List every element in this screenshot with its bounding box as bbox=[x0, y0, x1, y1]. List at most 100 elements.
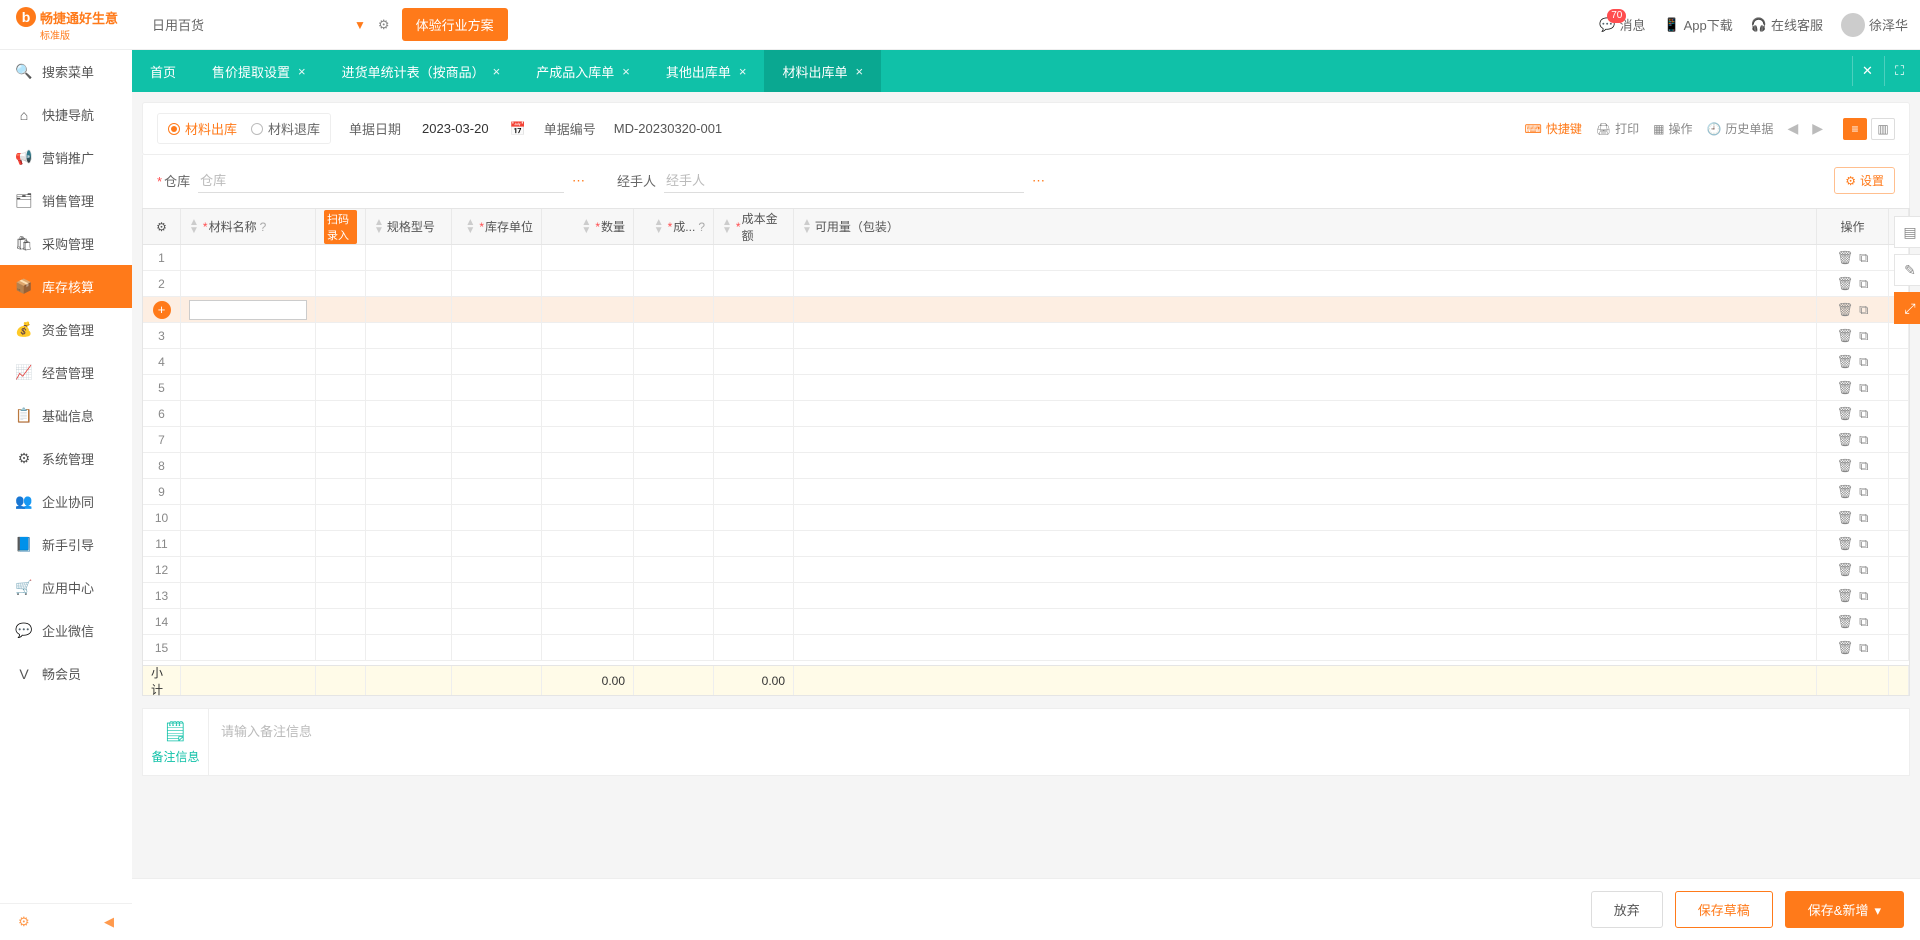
cell-scan[interactable] bbox=[316, 635, 366, 660]
table-row[interactable]: 4🗑⧉ bbox=[143, 349, 1909, 375]
col-costamt[interactable]: ▲▼*成本金额 bbox=[714, 209, 794, 244]
cell-name[interactable] bbox=[181, 427, 316, 452]
cell-name[interactable] bbox=[181, 401, 316, 426]
sidebar-item-7[interactable]: 📈经营管理 bbox=[0, 351, 132, 394]
table-row[interactable]: 5🗑⧉ bbox=[143, 375, 1909, 401]
copy-icon[interactable]: ⧉ bbox=[1859, 302, 1868, 318]
cell-unit[interactable] bbox=[452, 401, 542, 426]
copy-icon[interactable]: ⧉ bbox=[1859, 588, 1868, 604]
cell-model[interactable] bbox=[366, 375, 452, 400]
cell-qty[interactable] bbox=[542, 531, 634, 556]
cell-cost[interactable] bbox=[634, 427, 714, 452]
cell-name[interactable] bbox=[181, 479, 316, 504]
scan-button[interactable]: 扫码录入 bbox=[324, 210, 357, 244]
history-button[interactable]: 🕘历史单据 bbox=[1706, 120, 1773, 137]
help-icon[interactable]: ? bbox=[260, 220, 267, 234]
copy-icon[interactable]: ⧉ bbox=[1859, 562, 1868, 578]
cell-scan[interactable] bbox=[316, 297, 366, 322]
cell-unit[interactable] bbox=[452, 505, 542, 530]
cell-name[interactable] bbox=[181, 323, 316, 348]
cell-cost[interactable] bbox=[634, 453, 714, 478]
tab-2[interactable]: 进货单统计表（按商品）× bbox=[324, 50, 519, 92]
delete-icon[interactable]: 🗑 bbox=[1837, 354, 1854, 370]
sidebar-settings-icon[interactable]: ⚙ bbox=[18, 914, 30, 930]
table-row[interactable]: 10🗑⧉ bbox=[143, 505, 1909, 531]
cell-name[interactable] bbox=[181, 505, 316, 530]
delete-icon[interactable]: 🗑 bbox=[1837, 510, 1854, 526]
table-row[interactable]: 1🗑⧉ bbox=[143, 245, 1909, 271]
material-name-input[interactable] bbox=[189, 300, 307, 320]
cell-model[interactable] bbox=[366, 635, 452, 660]
radio-material-out[interactable]: 材料出库 bbox=[168, 119, 237, 138]
sidebar-item-12[interactable]: 🛒应用中心 bbox=[0, 566, 132, 609]
cell-costamt[interactable] bbox=[714, 453, 794, 478]
tab-close-button[interactable]: ✕ bbox=[1852, 56, 1882, 86]
cell-model[interactable] bbox=[366, 557, 452, 582]
table-row[interactable]: 11🗑⧉ bbox=[143, 531, 1909, 557]
cell-costamt[interactable] bbox=[714, 271, 794, 296]
cell-avail[interactable] bbox=[794, 375, 1817, 400]
save-new-button[interactable]: 保存&新增▾ bbox=[1785, 891, 1904, 928]
cell-qty[interactable] bbox=[542, 401, 634, 426]
delete-icon[interactable]: 🗑 bbox=[1837, 614, 1854, 630]
table-row[interactable]: +🗑⧉ bbox=[143, 297, 1909, 323]
copy-icon[interactable]: ⧉ bbox=[1859, 380, 1868, 396]
cell-avail[interactable] bbox=[794, 505, 1817, 530]
sidebar-item-1[interactable]: ⌂快捷导航 bbox=[0, 93, 132, 136]
shortcut-button[interactable]: ⌨快捷键 bbox=[1525, 120, 1582, 137]
cell-costamt[interactable] bbox=[714, 427, 794, 452]
cell-scan[interactable] bbox=[316, 427, 366, 452]
cell-costamt[interactable] bbox=[714, 323, 794, 348]
cell-costamt[interactable] bbox=[714, 245, 794, 270]
cell-avail[interactable] bbox=[794, 609, 1817, 634]
cell-qty[interactable] bbox=[542, 453, 634, 478]
radio-material-return[interactable]: 材料退库 bbox=[251, 119, 320, 138]
cell-avail[interactable] bbox=[794, 297, 1817, 322]
cell-costamt[interactable] bbox=[714, 505, 794, 530]
cell-scan[interactable] bbox=[316, 375, 366, 400]
cell-cost[interactable] bbox=[634, 375, 714, 400]
close-icon[interactable]: × bbox=[855, 64, 863, 79]
warehouse-input[interactable] bbox=[198, 169, 564, 193]
sidebar-item-8[interactable]: 📋基础信息 bbox=[0, 394, 132, 437]
sidebar-item-3[interactable]: 🗂销售管理 bbox=[0, 179, 132, 222]
table-row[interactable]: 6🗑⧉ bbox=[143, 401, 1909, 427]
table-row[interactable]: 14🗑⧉ bbox=[143, 609, 1909, 635]
cell-scan[interactable] bbox=[316, 453, 366, 478]
grid-body[interactable]: 1🗑⧉2🗑⧉+🗑⧉3🗑⧉4🗑⧉5🗑⧉6🗑⧉7🗑⧉8🗑⧉9🗑⧉10🗑⧉11🗑⧉12… bbox=[143, 245, 1909, 665]
col-avail[interactable]: ▲▼可用量（包装） bbox=[794, 209, 1817, 244]
cell-model[interactable] bbox=[366, 297, 452, 322]
col-qty[interactable]: ▲▼*数量 bbox=[542, 209, 634, 244]
copy-icon[interactable]: ⧉ bbox=[1859, 510, 1868, 526]
table-row[interactable]: 13🗑⧉ bbox=[143, 583, 1909, 609]
copy-icon[interactable]: ⧉ bbox=[1859, 328, 1868, 344]
cell-qty[interactable] bbox=[542, 609, 634, 634]
copy-icon[interactable]: ⧉ bbox=[1859, 432, 1868, 448]
cell-cost[interactable] bbox=[634, 479, 714, 504]
add-row-icon[interactable]: + bbox=[153, 301, 171, 319]
cell-costamt[interactable] bbox=[714, 401, 794, 426]
copy-icon[interactable]: ⧉ bbox=[1859, 354, 1868, 370]
view-card-button[interactable]: ▥ bbox=[1871, 118, 1895, 140]
sidebar-item-5[interactable]: 📦库存核算 bbox=[0, 265, 132, 308]
cell-name[interactable] bbox=[181, 531, 316, 556]
category-select[interactable]: 日用百货 ▼ bbox=[152, 15, 366, 34]
cell-cost[interactable] bbox=[634, 245, 714, 270]
cell-costamt[interactable] bbox=[714, 297, 794, 322]
close-icon[interactable]: × bbox=[739, 64, 747, 79]
form-settings-button[interactable]: ⚙设置 bbox=[1834, 167, 1895, 194]
copy-icon[interactable]: ⧉ bbox=[1859, 640, 1868, 656]
gear-icon[interactable]: ⚙ bbox=[378, 17, 390, 33]
table-row[interactable]: 7🗑⧉ bbox=[143, 427, 1909, 453]
col-config[interactable]: ⚙ bbox=[143, 209, 181, 244]
cell-cost[interactable] bbox=[634, 557, 714, 582]
cell-qty[interactable] bbox=[542, 557, 634, 582]
cell-name[interactable] bbox=[181, 375, 316, 400]
cell-avail[interactable] bbox=[794, 557, 1817, 582]
cell-costamt[interactable] bbox=[714, 349, 794, 374]
sidebar-item-11[interactable]: 📘新手引导 bbox=[0, 523, 132, 566]
cell-qty[interactable] bbox=[542, 583, 634, 608]
cell-unit[interactable] bbox=[452, 609, 542, 634]
cell-name[interactable] bbox=[181, 453, 316, 478]
cell-qty[interactable] bbox=[542, 297, 634, 322]
